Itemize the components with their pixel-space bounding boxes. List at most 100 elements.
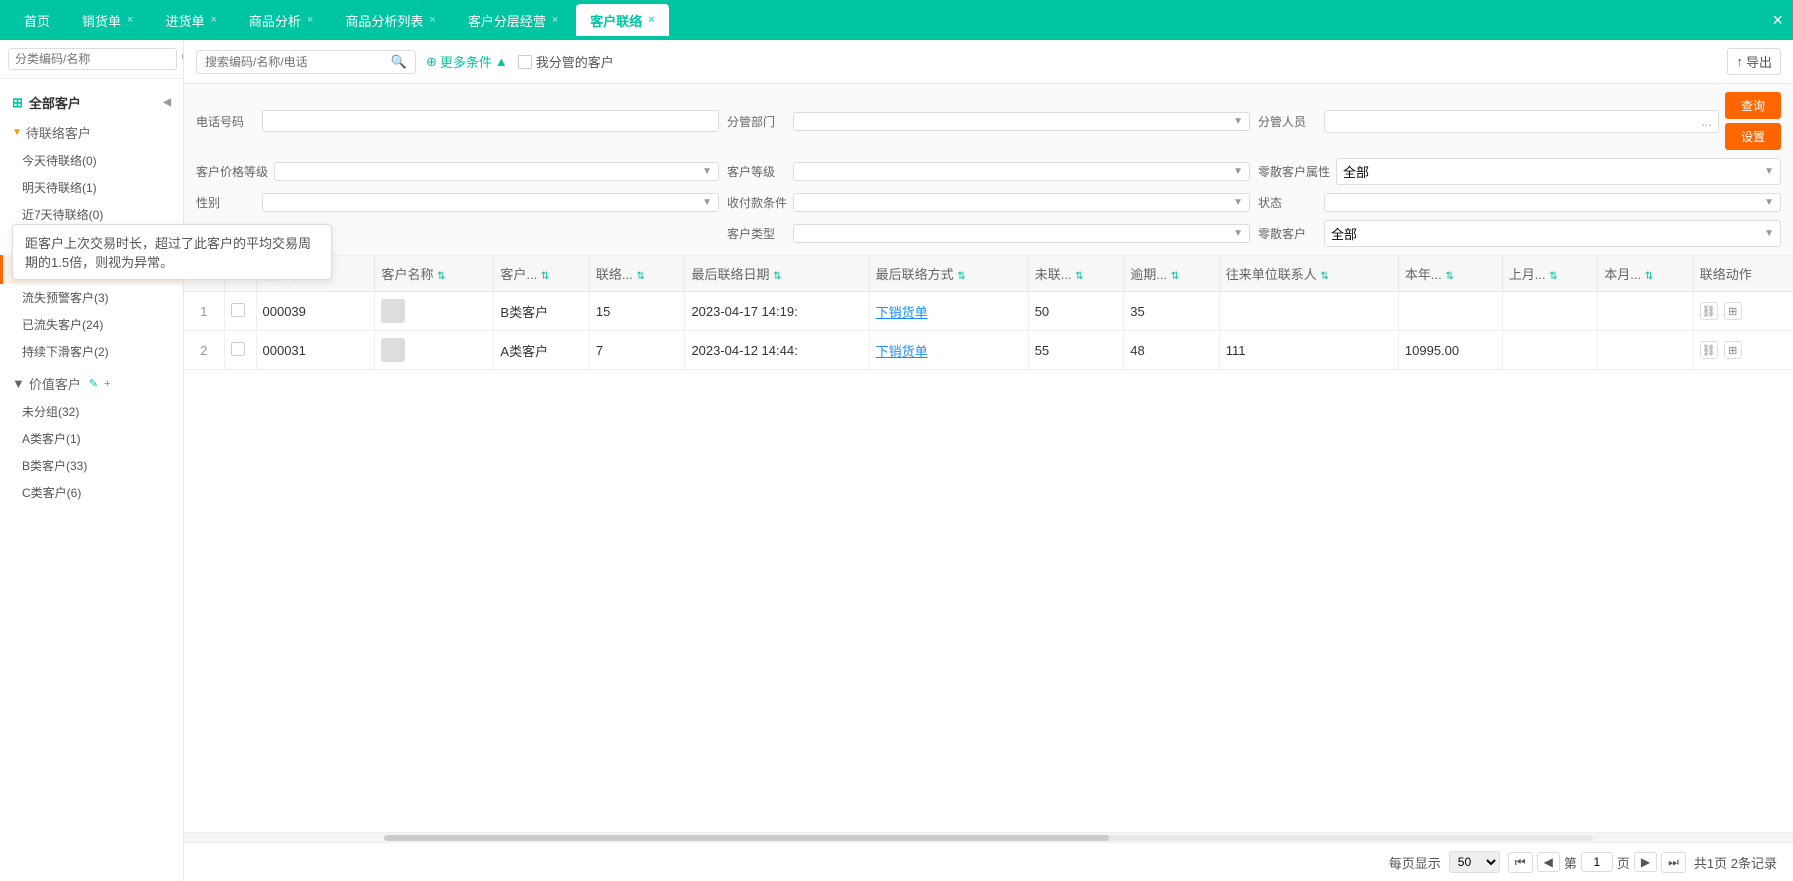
sort-name-icon: ⇅	[437, 271, 445, 282]
retail-attr-select[interactable]: 全部 ▼	[1336, 158, 1781, 185]
tab-customer-contact[interactable]: 客户联络 ×	[576, 4, 668, 36]
tab-sales-order[interactable]: 销货单 ×	[68, 4, 147, 36]
sidebar-item-declining[interactable]: 持续下滑客户(2)	[0, 338, 183, 365]
th-action: 联络动作	[1693, 256, 1793, 292]
phone-input[interactable]	[262, 110, 719, 132]
tab-purchase-order-close[interactable]: ×	[210, 14, 216, 26]
th-last-month[interactable]: 上月... ⇅	[1502, 256, 1598, 292]
th-this-month[interactable]: 本月... ⇅	[1598, 256, 1694, 292]
sidebar-item-churn-warning[interactable]: 流失预警客户(3)	[0, 284, 183, 311]
last-method-link-1[interactable]: 下销货单	[876, 305, 928, 320]
row-type-1: B类客户	[494, 292, 590, 331]
tab-purchase-order[interactable]: 进货单 ×	[151, 4, 230, 36]
row-name-2	[375, 331, 494, 370]
row-last-method-2[interactable]: 下销货单	[869, 331, 1028, 370]
per-page-select[interactable]: 50 100 200	[1449, 851, 1500, 873]
prev-page-button[interactable]: ◀	[1537, 852, 1560, 872]
customer-type-select[interactable]: ▼	[793, 224, 1250, 243]
page-suffix: 页	[1617, 853, 1630, 872]
gender-label: 性别	[196, 194, 256, 211]
row-last-date-1: 2023-04-17 14:19:	[685, 292, 869, 331]
settings-button[interactable]: 设置	[1725, 123, 1781, 150]
gender-select[interactable]: ▼	[262, 193, 719, 212]
th-this-year[interactable]: 本年... ⇅	[1398, 256, 1502, 292]
manager-select[interactable]: ...	[1324, 110, 1719, 133]
filter-row-payment: 收付款条件 ▼	[727, 193, 1250, 212]
customer-type-label: 客户类型	[727, 225, 787, 242]
sidebar-group-pending-contact[interactable]: ▼ 待联络客户	[0, 118, 183, 147]
my-customer-checkbox[interactable]	[518, 55, 532, 69]
th-last-method[interactable]: 最后联络方式 ⇅	[869, 256, 1028, 292]
horizontal-scrollbar[interactable]	[184, 832, 1793, 842]
sidebar-item-class-b[interactable]: B类客户(33)	[0, 452, 183, 479]
th-last-date[interactable]: 最后联络日期 ⇅	[685, 256, 869, 292]
tab-home[interactable]: 首页	[10, 4, 64, 36]
sidebar-search-wrap: 🔍	[0, 40, 183, 79]
th-overdue[interactable]: 逾期... ⇅	[1124, 256, 1220, 292]
sort-unit-contact-icon: ⇅	[1320, 271, 1328, 282]
th-type[interactable]: 客户... ⇅	[494, 256, 590, 292]
status-select[interactable]: ▼	[1324, 193, 1781, 212]
retail-attr-caret: ▼	[1764, 166, 1774, 177]
row-checkbox-1[interactable]	[224, 292, 256, 331]
row-num-2: 2	[184, 331, 224, 370]
th-uncontact[interactable]: 未联... ⇅	[1028, 256, 1124, 292]
sidebar-item-class-c[interactable]: C类客户(6)	[0, 479, 183, 506]
edit-group-icon[interactable]: ✎	[89, 377, 98, 390]
scrollbar-thumb[interactable]	[384, 835, 1109, 841]
action-grid-icon-2[interactable]: ⊞	[1724, 341, 1742, 359]
tab-product-analysis-list[interactable]: 商品分析列表 ×	[331, 4, 449, 36]
search-icon[interactable]: 🔍	[391, 54, 407, 70]
payment-select[interactable]: ▼	[793, 193, 1250, 212]
extended-filter: 电话号码 分管部门 ▼ 分管人员 ... 查询 设置	[184, 84, 1793, 256]
dept-select[interactable]: ▼	[793, 112, 1250, 131]
action-icons-1: ⛓ ⊞	[1700, 302, 1787, 320]
price-level-select[interactable]: ▼	[274, 162, 719, 181]
sidebar-item-churned[interactable]: 已流失客户(24)	[0, 311, 183, 338]
retail-customer-select[interactable]: 全部 ▼	[1324, 220, 1781, 247]
th-unit-contact[interactable]: 往来单位联系人 ⇅	[1219, 256, 1398, 292]
sidebar-all-customers[interactable]: ⊞ 全部客户 ◀	[0, 87, 183, 118]
tab-customer-tier-close[interactable]: ×	[552, 14, 558, 26]
search-input[interactable]	[205, 55, 387, 69]
window-close-button[interactable]: ×	[1772, 10, 1783, 31]
triangle-icon2: ▼	[12, 376, 25, 391]
customer-level-select[interactable]: ▼	[793, 162, 1250, 181]
row-checkbox-2[interactable]	[224, 331, 256, 370]
th-name[interactable]: 客户名称 ⇅	[375, 256, 494, 292]
action-link-icon-2[interactable]: ⛓	[1700, 341, 1718, 359]
action-grid-icon-1[interactable]: ⊞	[1724, 302, 1742, 320]
sidebar-item-class-a[interactable]: A类客户(1)	[0, 425, 183, 452]
row-contact-count-1: 15	[589, 292, 685, 331]
tab-customer-tier[interactable]: 客户分层经营 ×	[454, 4, 572, 36]
tab-customer-contact-close[interactable]: ×	[648, 14, 654, 26]
tab-product-analysis-list-close[interactable]: ×	[429, 14, 435, 26]
my-customer-checkbox-wrap[interactable]: 我分管的客户	[518, 52, 614, 71]
first-page-button[interactable]: ⏮	[1508, 852, 1533, 873]
sidebar-item-today-pending[interactable]: 今天待联络(0)	[0, 147, 183, 174]
next-page-button[interactable]: ▶	[1634, 852, 1657, 872]
last-page-button[interactable]: ⏭	[1661, 852, 1686, 873]
export-button[interactable]: ↑ 导出	[1727, 48, 1781, 75]
action-link-icon-1[interactable]: ⛓	[1700, 302, 1718, 320]
query-button[interactable]: 查询	[1725, 92, 1781, 119]
row-this-year-1	[1398, 292, 1502, 331]
add-group-icon[interactable]: +	[104, 378, 110, 390]
more-conditions-btn[interactable]: ⊕ 更多条件 ▲	[426, 52, 508, 71]
row-2-checkbox[interactable]	[231, 342, 245, 356]
th-contact[interactable]: 联络... ⇅	[589, 256, 685, 292]
sidebar-item-tomorrow-pending[interactable]: 明天待联络(1)	[0, 174, 183, 201]
customer-level-label: 客户等级	[727, 163, 787, 180]
tab-sales-order-close[interactable]: ×	[127, 14, 133, 26]
sidebar-item-ungroup[interactable]: 未分组(32)	[0, 398, 183, 425]
dots-icon: ...	[1701, 114, 1712, 129]
row-uncontact-1: 50	[1028, 292, 1124, 331]
tab-product-analysis[interactable]: 商品分析 ×	[235, 4, 327, 36]
last-method-link-2[interactable]: 下销货单	[876, 344, 928, 359]
tab-product-analysis-close[interactable]: ×	[307, 14, 313, 26]
row-last-method-1[interactable]: 下销货单	[869, 292, 1028, 331]
row-1-checkbox[interactable]	[231, 303, 245, 317]
sidebar-search-input[interactable]	[8, 48, 177, 70]
page-input[interactable]	[1581, 852, 1613, 872]
sidebar-group-value-customer[interactable]: ▼ 价值客户 ✎ +	[0, 369, 183, 398]
